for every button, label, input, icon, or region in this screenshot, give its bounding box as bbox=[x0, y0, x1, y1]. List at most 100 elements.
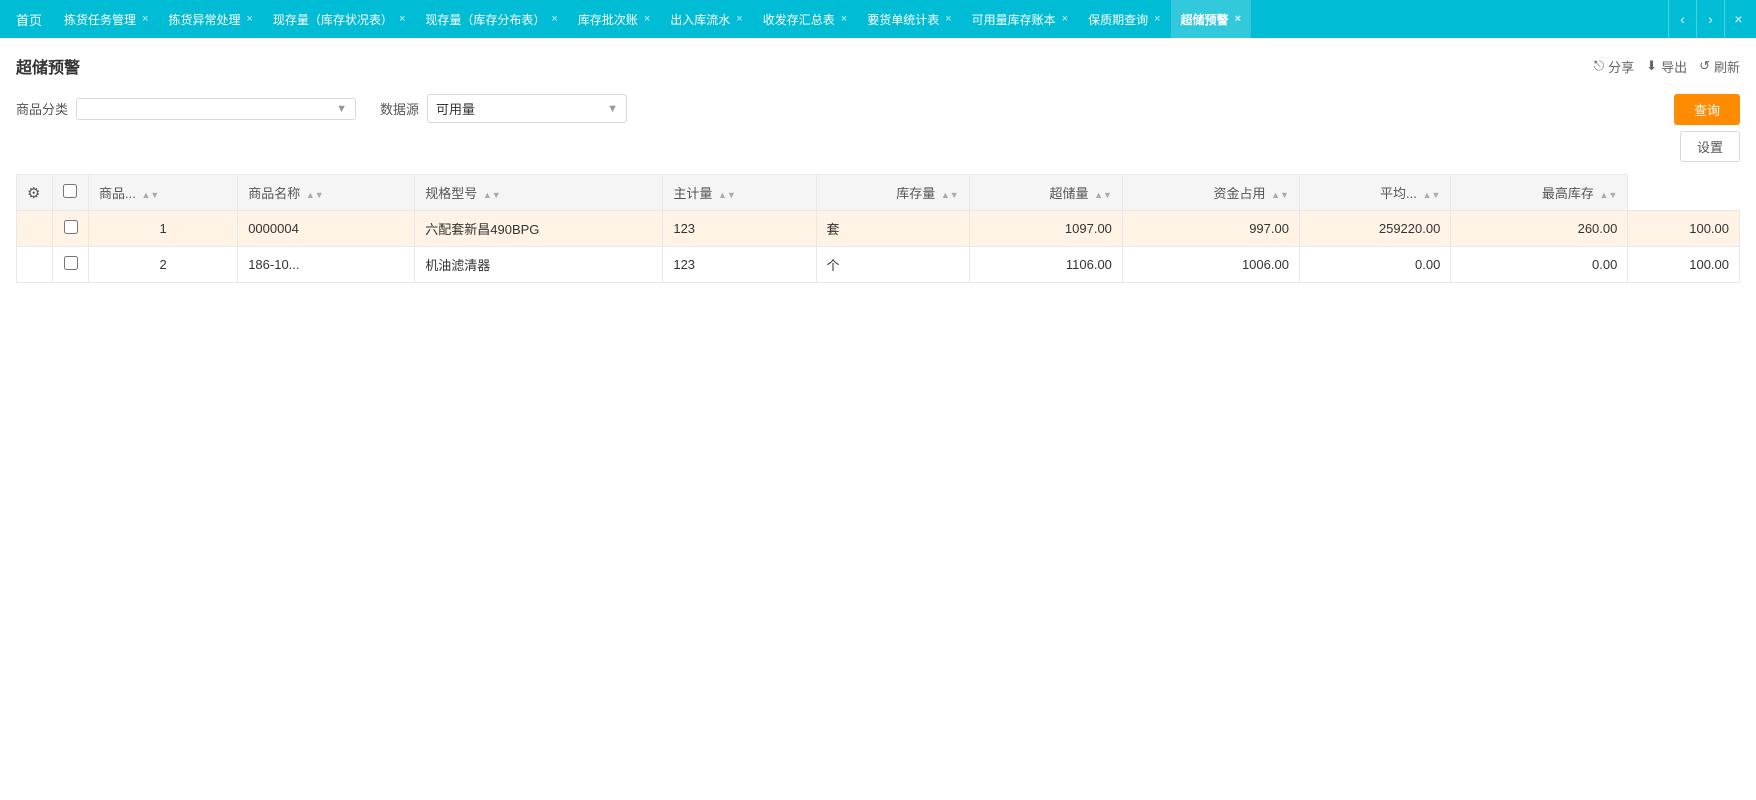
nav-tab-label-0: 拣货任务管理 bbox=[64, 11, 136, 28]
td-stock-1: 1106.00 bbox=[969, 247, 1122, 283]
th-settings: ⚙ bbox=[17, 175, 53, 211]
td-capital-1: 0.00 bbox=[1299, 247, 1450, 283]
td-row-settings-1 bbox=[17, 247, 53, 283]
nav-arrow-right[interactable]: › bbox=[1696, 0, 1724, 38]
nav-tab-label-1: 拣货异常处理 bbox=[168, 11, 240, 28]
nav-arrow-close[interactable]: × bbox=[1724, 0, 1752, 38]
td-unit-0: 套 bbox=[816, 211, 969, 247]
nav-tab-0[interactable]: 拣货任务管理 × bbox=[54, 0, 158, 38]
td-unit-1: 个 bbox=[816, 247, 969, 283]
nav-tab-label-6: 收发存汇总表 bbox=[763, 11, 835, 28]
td-spec-0: 123 bbox=[663, 211, 816, 247]
nav-tab-label-5: 出入库流水 bbox=[670, 11, 730, 28]
refresh-icon: ↺ bbox=[1699, 58, 1710, 74]
th-checkbox bbox=[53, 175, 89, 211]
page-header: 超储预警 ⎋ 分享 ⬇ 导出 ↺ 刷新 bbox=[16, 54, 1740, 78]
nav-tab-7[interactable]: 要货单统计表 × bbox=[857, 0, 961, 38]
nav-tab-8[interactable]: 可用量库存账本 × bbox=[962, 0, 1078, 38]
th-overstock: 超储量 ▲▼ bbox=[969, 175, 1122, 211]
th-product-code: 商品... ▲▼ bbox=[89, 175, 238, 211]
datasource-select-value: 可用量 bbox=[436, 99, 475, 118]
td-overstock-0: 997.00 bbox=[1122, 211, 1299, 247]
datasource-select[interactable]: 可用量 ▼ bbox=[427, 94, 627, 123]
sort-icon-overstock[interactable]: ▲▼ bbox=[1094, 190, 1112, 200]
query-button[interactable]: 查询 bbox=[1674, 94, 1740, 125]
td-product-name-1: 机油滤清器 bbox=[415, 247, 663, 283]
th-product-name: 商品名称 ▲▼ bbox=[238, 175, 415, 211]
sort-icon-product-name[interactable]: ▲▼ bbox=[306, 190, 324, 200]
td-max-stock-0: 100.00 bbox=[1628, 211, 1740, 247]
select-all-checkbox[interactable] bbox=[63, 184, 77, 198]
nav-tab-close-2[interactable]: × bbox=[399, 13, 405, 25]
td-avg-1: 0.00 bbox=[1451, 247, 1628, 283]
nav-tab-label-3: 现存量（库存分布表） bbox=[425, 11, 545, 28]
share-button[interactable]: ⎋ 分享 bbox=[1594, 57, 1634, 76]
nav-tab-2[interactable]: 现存量（库存状况表） × bbox=[263, 0, 415, 38]
nav-tab-close-8[interactable]: × bbox=[1062, 13, 1068, 25]
nav-tab-5[interactable]: 出入库流水 × bbox=[660, 0, 752, 38]
category-select[interactable]: ▼ bbox=[76, 98, 356, 120]
nav-tab-close-10[interactable]: × bbox=[1235, 13, 1241, 25]
td-capital-0: 259220.00 bbox=[1299, 211, 1450, 247]
nav-tab-label-8: 可用量库存账本 bbox=[972, 11, 1056, 28]
nav-tab-label-9: 保质期查询 bbox=[1088, 11, 1148, 28]
nav-tab-4[interactable]: 库存批次账 × bbox=[568, 0, 660, 38]
data-table: ⚙ 商品... ▲▼ 商品名称 ▲▼ 规格型号 ▲▼ 主计量 ▲▼ bbox=[16, 174, 1740, 283]
sort-icon-max-stock[interactable]: ▲▼ bbox=[1600, 190, 1618, 200]
nav-tab-label-10: 超储预警 bbox=[1181, 11, 1229, 28]
nav-tab-close-1[interactable]: × bbox=[246, 13, 252, 25]
nav-tab-close-4[interactable]: × bbox=[644, 13, 650, 25]
td-checkbox-1 bbox=[53, 247, 89, 283]
page-title: 超储预警 bbox=[16, 54, 80, 78]
sort-icon-spec[interactable]: ▲▼ bbox=[483, 190, 501, 200]
sort-icon-product-code[interactable]: ▲▼ bbox=[141, 190, 159, 200]
filter-buttons: 查询 设置 bbox=[1674, 94, 1740, 162]
sort-icon-stock[interactable]: ▲▼ bbox=[941, 190, 959, 200]
settings-gear-icon[interactable]: ⚙ bbox=[27, 185, 40, 202]
row-checkbox-0[interactable] bbox=[64, 220, 78, 234]
th-avg: 平均... ▲▼ bbox=[1299, 175, 1450, 211]
sort-icon-unit[interactable]: ▲▼ bbox=[718, 190, 736, 200]
table-row: 1 0000004 六配套新昌490BPG 123 套 1097.00 997.… bbox=[17, 211, 1740, 247]
category-filter: 商品分类 ▼ bbox=[16, 98, 356, 120]
nav-arrow-left[interactable]: ‹ bbox=[1668, 0, 1696, 38]
td-overstock-1: 1006.00 bbox=[1122, 247, 1299, 283]
nav-home[interactable]: 首页 bbox=[4, 0, 54, 38]
datasource-chevron-down-icon: ▼ bbox=[607, 103, 618, 115]
datasource-label: 数据源 bbox=[380, 99, 419, 118]
nav-tab-close-7[interactable]: × bbox=[945, 13, 951, 25]
nav-arrows: ‹ › × bbox=[1668, 0, 1752, 38]
td-checkbox-0 bbox=[53, 211, 89, 247]
nav-tab-label-7: 要货单统计表 bbox=[867, 11, 939, 28]
td-row-settings-0 bbox=[17, 211, 53, 247]
category-chevron-down-icon: ▼ bbox=[336, 103, 347, 115]
nav-tab-close-0[interactable]: × bbox=[142, 13, 148, 25]
nav-tab-10[interactable]: 超储预警 × bbox=[1171, 0, 1251, 38]
th-spec: 规格型号 ▲▼ bbox=[415, 175, 663, 211]
nav-tab-close-6[interactable]: × bbox=[841, 13, 847, 25]
export-button[interactable]: ⬇ 导出 bbox=[1646, 57, 1687, 76]
nav-tab-close-9[interactable]: × bbox=[1154, 13, 1160, 25]
refresh-label: 刷新 bbox=[1714, 57, 1740, 76]
refresh-button[interactable]: ↺ 刷新 bbox=[1699, 57, 1740, 76]
share-label: 分享 bbox=[1608, 57, 1634, 76]
sort-icon-capital[interactable]: ▲▼ bbox=[1271, 190, 1289, 200]
header-actions: ⎋ 分享 ⬇ 导出 ↺ 刷新 bbox=[1594, 57, 1740, 76]
sort-icon-avg[interactable]: ▲▼ bbox=[1422, 190, 1440, 200]
page-content: 超储预警 ⎋ 分享 ⬇ 导出 ↺ 刷新 商品分类 ▼ bbox=[0, 38, 1756, 800]
td-rownum-0: 1 bbox=[89, 211, 238, 247]
nav-tab-9[interactable]: 保质期查询 × bbox=[1078, 0, 1170, 38]
datasource-filter: 数据源 可用量 ▼ bbox=[380, 94, 627, 123]
export-label: 导出 bbox=[1661, 57, 1687, 76]
nav-tab-close-3[interactable]: × bbox=[551, 13, 557, 25]
nav-tab-1[interactable]: 拣货异常处理 × bbox=[158, 0, 262, 38]
nav-tab-3[interactable]: 现存量（库存分布表） × bbox=[415, 0, 567, 38]
td-max-stock-1: 100.00 bbox=[1628, 247, 1740, 283]
td-product-name-0: 六配套新昌490BPG bbox=[415, 211, 663, 247]
export-icon: ⬇ bbox=[1646, 58, 1657, 74]
row-checkbox-1[interactable] bbox=[64, 256, 78, 270]
nav-tab-6[interactable]: 收发存汇总表 × bbox=[753, 0, 857, 38]
nav-tab-label-4: 库存批次账 bbox=[578, 11, 638, 28]
nav-tab-close-5[interactable]: × bbox=[736, 13, 742, 25]
settings-button[interactable]: 设置 bbox=[1680, 131, 1740, 162]
